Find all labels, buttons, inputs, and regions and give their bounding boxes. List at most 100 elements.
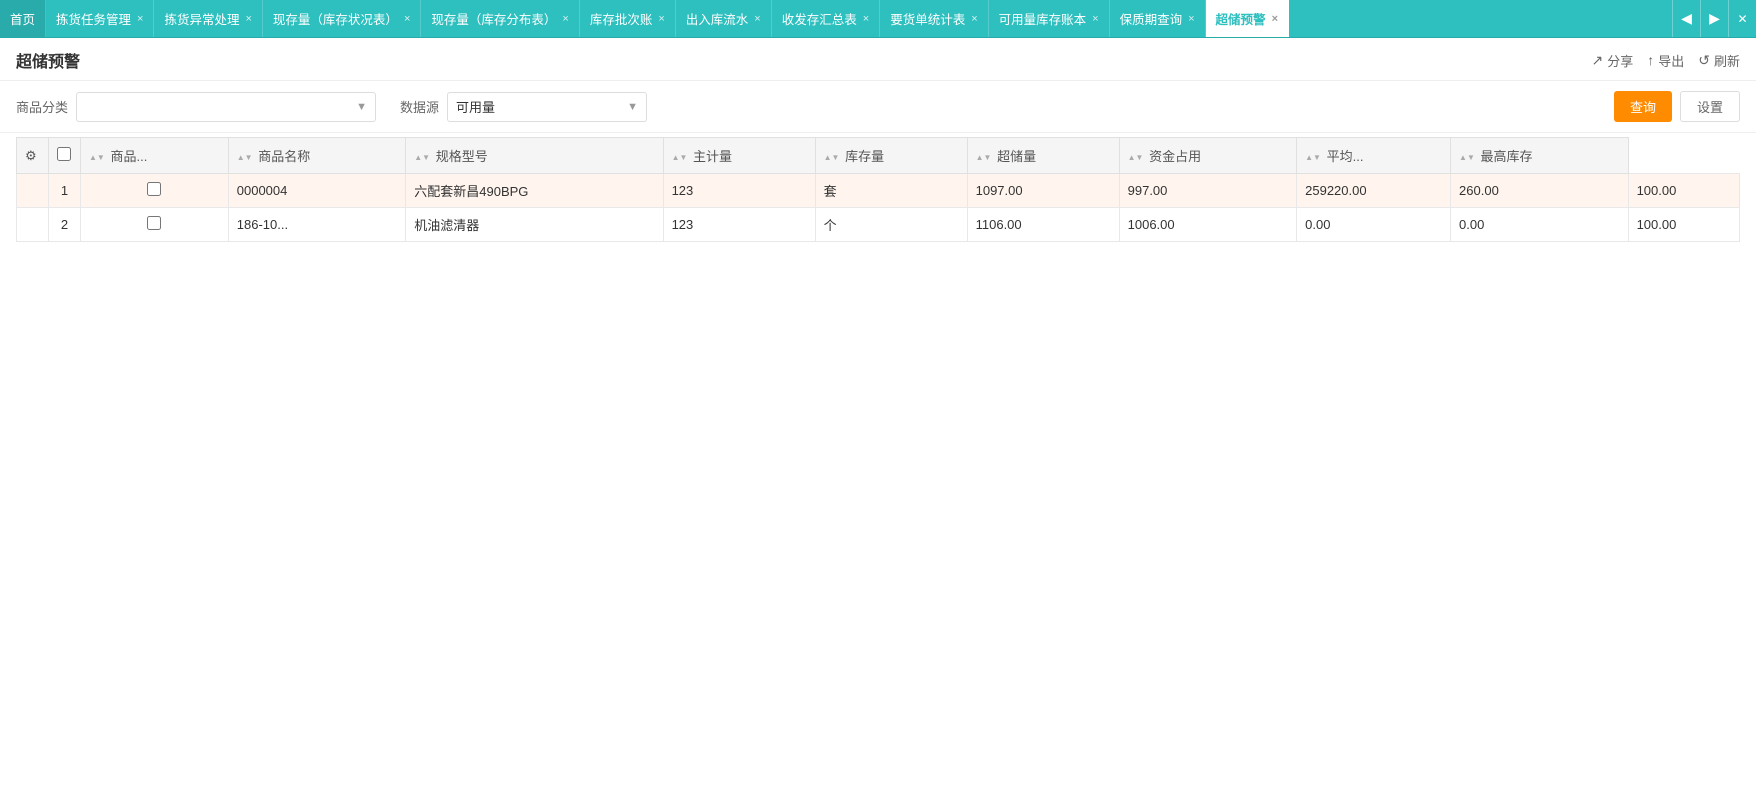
th-maxstock[interactable]: ▲▼ 最高库存 — [1451, 138, 1629, 174]
row-spec-1: 123 — [663, 208, 815, 242]
nav-label-3: 现存量（库存状况表） — [273, 9, 398, 28]
row-name-1: 机油滤清器 — [406, 208, 663, 242]
th-stock[interactable]: ▲▼ 库存量 — [815, 138, 967, 174]
query-button[interactable]: 查询 — [1614, 91, 1672, 122]
nav-label-4: 现存量（库存分布表） — [431, 9, 556, 28]
datasource-filter: 数据源 可用量 ▼ — [400, 92, 647, 122]
th-avg[interactable]: ▲▼ 平均... — [1297, 138, 1451, 174]
nav-item-4[interactable]: 现存量（库存分布表） × — [421, 0, 579, 37]
th-code[interactable]: ▲▼ 商品... — [81, 138, 229, 174]
category-select[interactable]: ▼ — [76, 92, 376, 122]
page-header: 超储预警 ↗ 分享 ↑ 导出 ↺ 刷新 — [0, 38, 1756, 81]
category-label: 商品分类 — [16, 97, 68, 116]
nav-close-6[interactable]: × — [754, 13, 760, 25]
refresh-label: 刷新 — [1714, 51, 1740, 70]
nav-item-7[interactable]: 收发存汇总表 × — [772, 0, 880, 37]
sort-overstock-icon: ▲▼ — [976, 154, 992, 162]
row-code-1: 186-10... — [228, 208, 406, 242]
col-capital-label: 资金占用 — [1149, 149, 1201, 164]
sort-maxstock-icon: ▲▼ — [1459, 154, 1475, 162]
nav-close-9[interactable]: × — [1092, 13, 1098, 25]
nav-item-5[interactable]: 库存批次账 × — [580, 0, 676, 37]
nav-label-7: 收发存汇总表 — [782, 9, 857, 28]
nav-close-4[interactable]: × — [562, 13, 568, 25]
row-name-0: 六配套新昌490BPG — [406, 174, 663, 208]
th-unit[interactable]: ▲▼ 主计量 — [663, 138, 815, 174]
nav-close-1[interactable]: × — [137, 13, 143, 25]
nav-next-arrow[interactable]: ▶ — [1700, 0, 1728, 37]
nav-label-1: 拣货任务管理 — [56, 9, 131, 28]
row-check-0[interactable] — [81, 174, 229, 208]
table-body: 1 0000004 六配套新昌490BPG 123 套 1097.00 997.… — [17, 174, 1740, 242]
share-label: 分享 — [1607, 51, 1633, 70]
row-overstock-0: 997.00 — [1119, 174, 1297, 208]
filter-actions: 查询 设置 — [1614, 91, 1740, 122]
nav-prev-arrow[interactable]: ◀ — [1672, 0, 1700, 37]
col-overstock-label: 超储量 — [997, 149, 1036, 164]
nav-item-8[interactable]: 要货单统计表 × — [880, 0, 988, 37]
nav-label-home: 首页 — [10, 9, 35, 28]
nav-close-5[interactable]: × — [658, 13, 664, 25]
col-avg-label: 平均... — [1327, 149, 1364, 164]
nav-close-10[interactable]: × — [1188, 13, 1194, 25]
nav-close-8[interactable]: × — [971, 13, 977, 25]
nav-close-3[interactable]: × — [404, 13, 410, 25]
th-checkbox[interactable] — [49, 138, 81, 174]
export-button[interactable]: ↑ 导出 — [1647, 51, 1684, 70]
nav-label-9: 可用量库存账本 — [999, 9, 1087, 28]
row-check-1[interactable] — [81, 208, 229, 242]
refresh-button[interactable]: ↺ 刷新 — [1698, 51, 1740, 70]
nav-label-5: 库存批次账 — [590, 9, 653, 28]
col-name-label: 商品名称 — [258, 149, 310, 164]
nav-label-8: 要货单统计表 — [890, 9, 965, 28]
datasource-select[interactable]: 可用量 ▼ — [447, 92, 647, 122]
col-stock-label: 库存量 — [845, 149, 884, 164]
nav-item-9[interactable]: 可用量库存账本 × — [989, 0, 1110, 37]
nav-item-6[interactable]: 出入库流水 × — [676, 0, 772, 37]
row-capital-1: 0.00 — [1297, 208, 1451, 242]
table-row: 2 186-10... 机油滤清器 123 个 1106.00 1006.00 … — [17, 208, 1740, 242]
row-overstock-1: 1006.00 — [1119, 208, 1297, 242]
nav-item-1[interactable]: 拣货任务管理 × — [46, 0, 154, 37]
table-row: 1 0000004 六配套新昌490BPG 123 套 1097.00 997.… — [17, 174, 1740, 208]
nav-item-3[interactable]: 现存量（库存状况表） × — [263, 0, 421, 37]
th-capital[interactable]: ▲▼ 资金占用 — [1119, 138, 1297, 174]
data-table: ⚙ ▲▼ 商品... ▲▼ 商品名称 ▲▼ 规格型号 ▲▼ — [16, 137, 1740, 242]
settings-button[interactable]: 设置 — [1680, 91, 1740, 122]
nav-close-arrow[interactable]: ✕ — [1728, 0, 1756, 37]
row-capital-0: 259220.00 — [1297, 174, 1451, 208]
row-avg-0: 260.00 — [1451, 174, 1629, 208]
nav-close-7[interactable]: × — [863, 13, 869, 25]
col-maxstock-label: 最高库存 — [1481, 149, 1533, 164]
th-gear[interactable]: ⚙ — [17, 138, 49, 174]
nav-item-11[interactable]: 超储预警 × — [1206, 0, 1289, 37]
th-name[interactable]: ▲▼ 商品名称 — [228, 138, 406, 174]
nav-close-2[interactable]: × — [245, 13, 251, 25]
page-title: 超储预警 — [16, 48, 80, 72]
datasource-label: 数据源 — [400, 97, 439, 116]
nav-item-10[interactable]: 保质期查询 × — [1110, 0, 1206, 37]
datasource-select-value: 可用量 — [456, 97, 495, 116]
share-button[interactable]: ↗ 分享 — [1591, 51, 1633, 70]
sort-avg-icon: ▲▼ — [1305, 154, 1321, 162]
table-container: ⚙ ▲▼ 商品... ▲▼ 商品名称 ▲▼ 规格型号 ▲▼ — [0, 137, 1756, 242]
nav-label-2: 拣货异常处理 — [164, 9, 239, 28]
row-code-0: 0000004 — [228, 174, 406, 208]
col-spec-label: 规格型号 — [436, 149, 488, 164]
gear-icon[interactable]: ⚙ — [25, 148, 37, 163]
row-num-0: 1 — [49, 174, 81, 208]
row-empty-1 — [17, 208, 49, 242]
category-filter: 商品分类 ▼ — [16, 92, 376, 122]
sort-code-icon: ▲▼ — [89, 154, 105, 162]
sort-capital-icon: ▲▼ — [1128, 154, 1144, 162]
row-stock-0: 1097.00 — [967, 174, 1119, 208]
header-actions: ↗ 分享 ↑ 导出 ↺ 刷新 — [1591, 51, 1740, 70]
th-spec[interactable]: ▲▼ 规格型号 — [406, 138, 663, 174]
export-label: 导出 — [1658, 51, 1684, 70]
select-all-checkbox[interactable] — [57, 147, 71, 161]
th-overstock[interactable]: ▲▼ 超储量 — [967, 138, 1119, 174]
nav-close-11[interactable]: × — [1272, 13, 1278, 25]
nav-item-2[interactable]: 拣货异常处理 × — [154, 0, 262, 37]
row-stock-1: 1106.00 — [967, 208, 1119, 242]
nav-item-home[interactable]: 首页 — [0, 0, 46, 37]
